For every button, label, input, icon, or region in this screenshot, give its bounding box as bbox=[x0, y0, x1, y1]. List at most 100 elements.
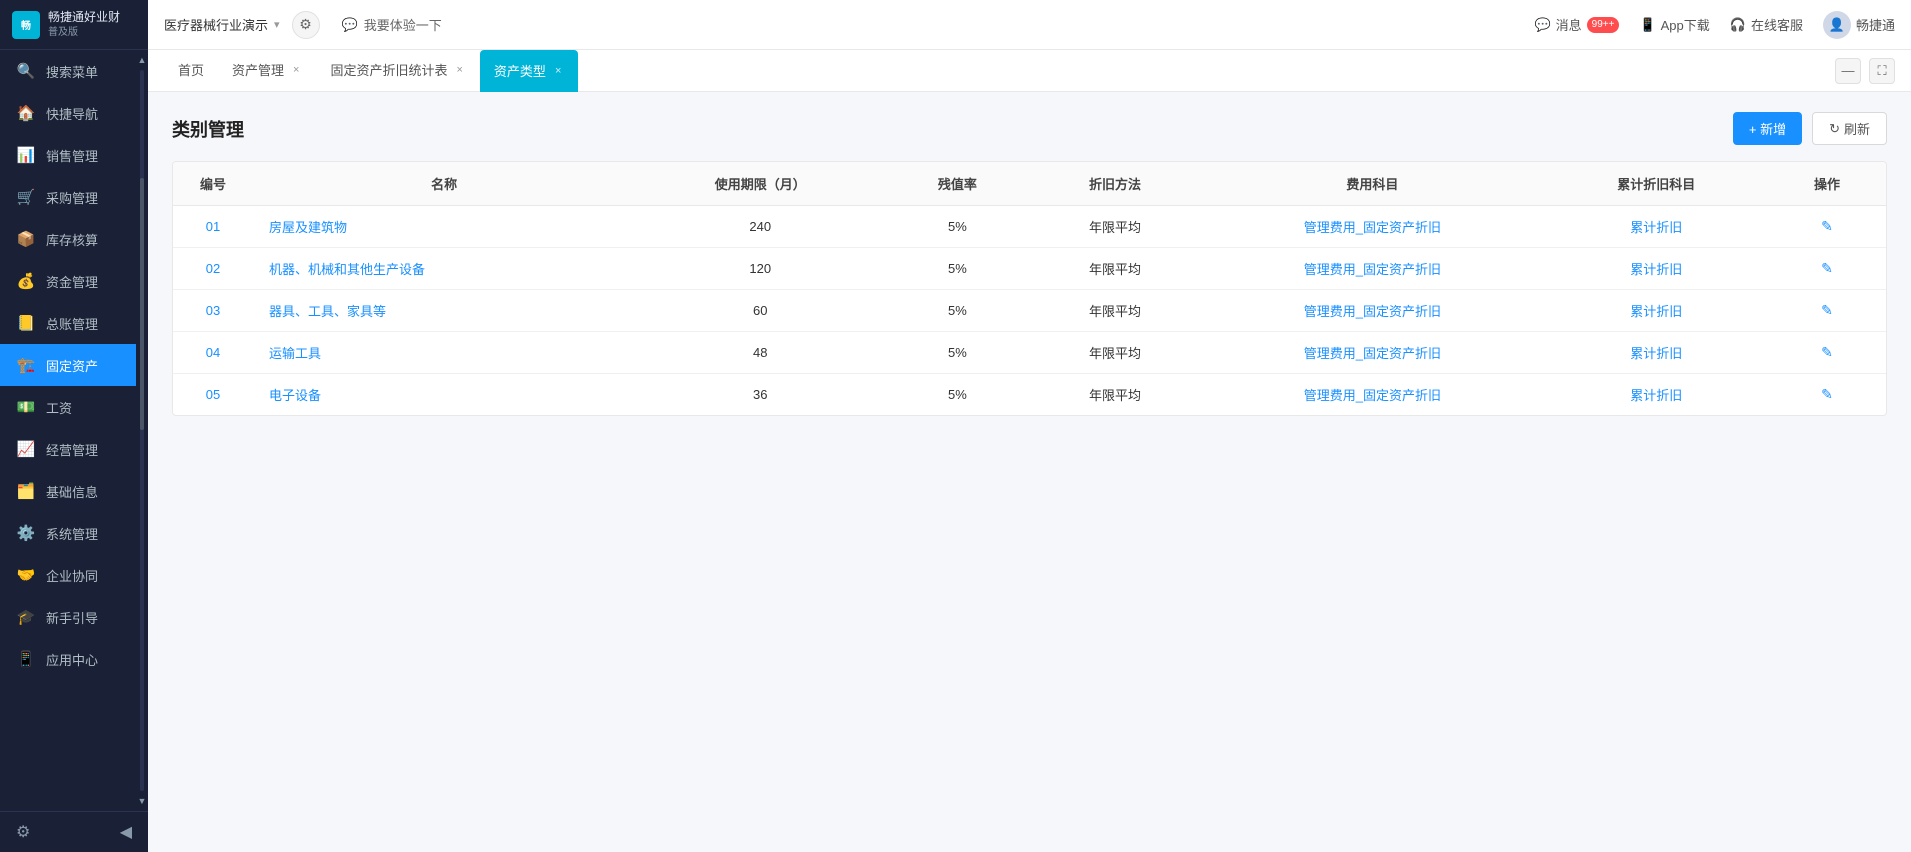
company-selector[interactable]: 医疗器械行业演示 ▾ bbox=[164, 15, 280, 34]
cell-name-3[interactable]: 运输工具 bbox=[253, 332, 635, 374]
cell-action-3[interactable]: ✎ bbox=[1768, 332, 1886, 374]
topbar-left: 医疗器械行业演示 ▾ ⚙ 💬 我要体验一下 bbox=[164, 11, 452, 39]
support-label: 在线客服 bbox=[1751, 15, 1803, 34]
sidebar-item-fund[interactable]: 💰资金管理 bbox=[0, 260, 136, 302]
tab-asset-type-close[interactable]: × bbox=[552, 64, 564, 78]
sidebar-footer: ⚙ ◀ bbox=[0, 811, 148, 852]
tab-depreciation-close[interactable]: × bbox=[453, 63, 465, 77]
col-name: 名称 bbox=[253, 162, 635, 206]
edit-icon-0[interactable]: ✎ bbox=[1821, 218, 1833, 234]
content-area: 类别管理 + 新增 ↻ 刷新 编号 名称 使用期限（月） 残值率 折旧方法 bbox=[148, 92, 1911, 852]
edit-icon-3[interactable]: ✎ bbox=[1821, 344, 1833, 360]
brand-info: 畅捷通好业财 普及版 bbox=[48, 10, 120, 39]
col-residual: 残值率 bbox=[885, 162, 1029, 206]
sidebar-item-quicknav[interactable]: 🏠快捷导航 bbox=[0, 92, 136, 134]
cell-name-1[interactable]: 机器、机械和其他生产设备 bbox=[253, 248, 635, 290]
sidebar-item-fixed[interactable]: 🏗️固定资产 bbox=[0, 344, 136, 386]
cell-period-4: 36 bbox=[635, 374, 885, 416]
experience-btn[interactable]: 💬 我要体验一下 bbox=[332, 11, 452, 38]
cell-name-4[interactable]: 电子设备 bbox=[253, 374, 635, 416]
cell-expense-3[interactable]: 管理费用_固定资产折旧 bbox=[1200, 332, 1544, 374]
table-row: 04 运输工具 48 5% 年限平均 管理费用_固定资产折旧 累计折旧 ✎ bbox=[173, 332, 1886, 374]
cell-accumulated-2[interactable]: 累计折旧 bbox=[1544, 290, 1768, 332]
tab-asset-manage-label: 资产管理 bbox=[232, 60, 284, 79]
sidebar-item-salary[interactable]: 💵工资 bbox=[0, 386, 136, 428]
tab-asset-type-label: 资产类型 bbox=[494, 61, 546, 80]
cell-code-1: 02 bbox=[173, 248, 253, 290]
sidebar-label-search: 搜索菜单 bbox=[46, 62, 98, 81]
add-btn[interactable]: + 新增 bbox=[1733, 112, 1802, 145]
tab-expand-btn[interactable]: ⛶ bbox=[1869, 58, 1895, 84]
tab-asset-type[interactable]: 资产类型 × bbox=[480, 50, 578, 92]
sidebar: 畅 畅捷通好业财 普及版 🔍 搜索菜单 🏠快捷导航📊销售管理🛒采购管理 📦 库存核算 💰资… bbox=[0, 0, 148, 852]
user-area[interactable]: 👤 畅捷通 bbox=[1823, 11, 1895, 39]
app-download-label: App下载 bbox=[1661, 15, 1710, 34]
topbar: 医疗器械行业演示 ▾ ⚙ 💬 我要体验一下 💬 消息 99+ 📱 App下载 🎧… bbox=[148, 0, 1911, 50]
sidebar-item-apps[interactable]: 📱应用中心 bbox=[0, 638, 136, 680]
tab-home[interactable]: 首页 bbox=[164, 50, 218, 92]
support-action[interactable]: 🎧 在线客服 bbox=[1730, 15, 1803, 34]
cell-period-1: 120 bbox=[635, 248, 885, 290]
sidebar-item-purchase[interactable]: 🛒采购管理 bbox=[0, 176, 136, 218]
cell-accumulated-0[interactable]: 累计折旧 bbox=[1544, 206, 1768, 248]
sidebar-item-sales[interactable]: 📊销售管理 bbox=[0, 134, 136, 176]
inventory-icon: 📦 bbox=[16, 229, 36, 249]
cell-method-3: 年限平均 bbox=[1030, 332, 1201, 374]
sidebar-item-system[interactable]: ⚙️系统管理 bbox=[0, 512, 136, 554]
cell-method-1: 年限平均 bbox=[1030, 248, 1201, 290]
sidebar-item-ops[interactable]: 📈经营管理 bbox=[0, 428, 136, 470]
edit-icon-2[interactable]: ✎ bbox=[1821, 302, 1833, 318]
cell-action-0[interactable]: ✎ bbox=[1768, 206, 1886, 248]
sidebar-item-ledger[interactable]: 📒总账管理 bbox=[0, 302, 136, 344]
cell-accumulated-3[interactable]: 累计折旧 bbox=[1544, 332, 1768, 374]
sidebar-label-inventory: 库存核算 bbox=[46, 230, 98, 249]
tabs-bar: 首页 资产管理 × 固定资产折旧统计表 × 资产类型 × — ⛶ bbox=[148, 50, 1911, 92]
tab-depreciation[interactable]: 固定资产折旧统计表 × bbox=[316, 50, 479, 92]
topbar-settings-btn[interactable]: ⚙ bbox=[292, 11, 320, 39]
cell-action-1[interactable]: ✎ bbox=[1768, 248, 1886, 290]
edit-icon-4[interactable]: ✎ bbox=[1821, 386, 1833, 402]
brand-name: 畅捷通好业财 bbox=[48, 10, 120, 26]
cell-residual-4: 5% bbox=[885, 374, 1029, 416]
tab-depreciation-label: 固定资产折旧统计表 bbox=[330, 60, 447, 79]
cell-expense-0[interactable]: 管理费用_固定资产折旧 bbox=[1200, 206, 1544, 248]
edit-icon-1[interactable]: ✎ bbox=[1821, 260, 1833, 276]
messages-action[interactable]: 💬 消息 99+ bbox=[1534, 15, 1619, 34]
app-logo: 畅 bbox=[12, 11, 40, 39]
cell-name-0[interactable]: 房屋及建筑物 bbox=[253, 206, 635, 248]
tab-minimize-btn[interactable]: — bbox=[1835, 58, 1861, 84]
cell-name-2[interactable]: 器具、工具、家具等 bbox=[253, 290, 635, 332]
sidebar-label-basic: 基础信息 bbox=[46, 482, 98, 501]
sidebar-item-inventory[interactable]: 📦 库存核算 bbox=[0, 218, 136, 260]
sidebar-item-search[interactable]: 🔍 搜索菜单 bbox=[0, 50, 136, 92]
settings-icon[interactable]: ⚙ bbox=[16, 822, 30, 842]
cell-expense-1[interactable]: 管理费用_固定资产折旧 bbox=[1200, 248, 1544, 290]
sidebar-item-guide[interactable]: 🎓新手引导 bbox=[0, 596, 136, 638]
cell-accumulated-4[interactable]: 累计折旧 bbox=[1544, 374, 1768, 416]
cell-expense-4[interactable]: 管理费用_固定资产折旧 bbox=[1200, 374, 1544, 416]
experience-label: 我要体验一下 bbox=[364, 15, 442, 34]
sidebar-item-corp[interactable]: 🤝企业协同 bbox=[0, 554, 136, 596]
sidebar-scroll-down[interactable]: ▼ bbox=[134, 793, 148, 809]
col-action: 操作 bbox=[1768, 162, 1886, 206]
user-avatar: 👤 bbox=[1823, 11, 1851, 39]
sidebar-scroll-up[interactable]: ▲ bbox=[134, 52, 148, 68]
cell-action-2[interactable]: ✎ bbox=[1768, 290, 1886, 332]
collapse-icon[interactable]: ◀ bbox=[120, 822, 132, 842]
ops-icon: 📈 bbox=[16, 439, 36, 459]
app-download-action[interactable]: 📱 App下载 bbox=[1639, 15, 1709, 34]
refresh-btn[interactable]: ↻ 刷新 bbox=[1812, 112, 1887, 145]
tab-asset-manage[interactable]: 资产管理 × bbox=[218, 50, 316, 92]
sidebar-label-ledger: 总账管理 bbox=[46, 314, 98, 333]
cell-expense-2[interactable]: 管理费用_固定资产折旧 bbox=[1200, 290, 1544, 332]
app-download-icon: 📱 bbox=[1639, 17, 1655, 33]
col-accumulated: 累计折旧科目 bbox=[1544, 162, 1768, 206]
sidebar-item-basic[interactable]: 🗂️基础信息 bbox=[0, 470, 136, 512]
cell-code-3: 04 bbox=[173, 332, 253, 374]
tab-asset-manage-close[interactable]: × bbox=[290, 63, 302, 77]
search-icon: 🔍 bbox=[16, 61, 36, 81]
page-title-row: 类别管理 + 新增 ↻ 刷新 bbox=[172, 112, 1887, 145]
cell-action-4[interactable]: ✎ bbox=[1768, 374, 1886, 416]
cell-accumulated-1[interactable]: 累计折旧 bbox=[1544, 248, 1768, 290]
fixed-icon: 🏗️ bbox=[16, 355, 36, 375]
